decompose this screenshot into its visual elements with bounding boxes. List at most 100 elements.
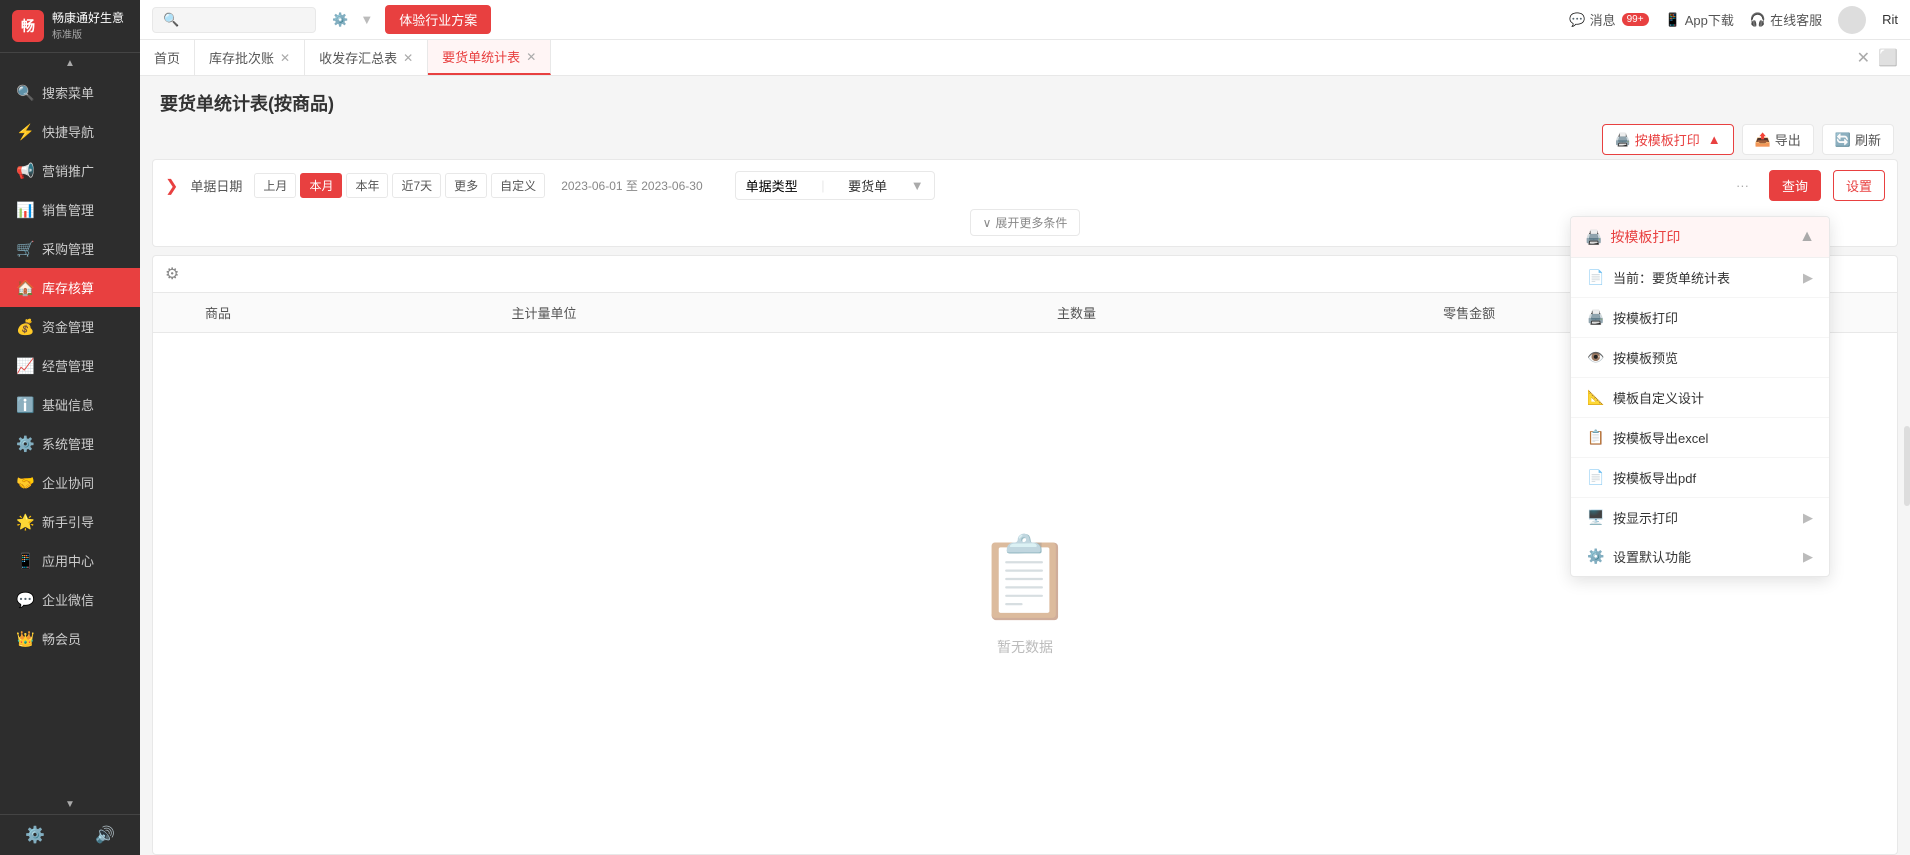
- app-name: 畅康通好生意: [52, 11, 124, 27]
- type-value: 要货单: [848, 176, 887, 195]
- sidebar-item-wechat[interactable]: 💬 企业微信: [0, 580, 140, 619]
- chart-icon: 📊: [16, 201, 34, 219]
- home-icon: 🏠: [16, 279, 34, 297]
- page-title: 要货单统计表(按商品): [140, 76, 1910, 124]
- tab-bar: 首页 库存批次账 ✕ 收发存汇总表 ✕ 要货单统计表 ✕ ✕ ⬜: [140, 40, 1910, 76]
- export-icon: 📤: [1755, 132, 1771, 148]
- window-controls: ✕ ⬜: [1857, 40, 1910, 75]
- default-func-icon: ⚙️: [1587, 548, 1603, 565]
- dropdown-item-template-print[interactable]: 🖨️ 按模板打印: [1571, 298, 1829, 338]
- sidebar-item-sales[interactable]: 📊 销售管理: [0, 190, 140, 229]
- sidebar-item-finance[interactable]: 💰 资金管理: [0, 307, 140, 346]
- sidebar-scroll-up[interactable]: ▲: [0, 53, 140, 73]
- sidebar-item-cooperation[interactable]: 🤝 企业协同: [0, 463, 140, 502]
- template-icon: 📄: [1587, 269, 1603, 286]
- dropdown-section-default-func[interactable]: ⚙️ 设置默认功能 ▶: [1571, 537, 1829, 576]
- date-filter-group: 上月 本月 本年 近7天 更多 自定义: [254, 173, 545, 198]
- scrollbar-handle[interactable]: [1904, 426, 1910, 506]
- sidebar-item-system[interactable]: ⚙️ 系统管理: [0, 424, 140, 463]
- sidebar-item-guide[interactable]: 🌟 新手引导: [0, 502, 140, 541]
- settings-bottom-icon[interactable]: ⚙️: [25, 825, 45, 845]
- filter-expand-icon[interactable]: ❯: [165, 176, 178, 196]
- tab-batch-close[interactable]: ✕: [280, 51, 290, 65]
- sidebar-item-apps[interactable]: 📱 应用中心: [0, 541, 140, 580]
- date-custom[interactable]: 自定义: [491, 173, 545, 198]
- design-icon: 📐: [1587, 389, 1603, 406]
- template-excel-label: 按模板导出excel: [1613, 428, 1708, 447]
- filter-row-date: ❯ 单据日期 上月 本月 本年 近7天 更多 自定义 2023-06-01 至 …: [165, 170, 1885, 201]
- print-template-button[interactable]: 🖨️ 按模板打印 ▲: [1602, 124, 1734, 155]
- tab-home[interactable]: 首页: [140, 40, 195, 75]
- type-label: 单据类型: [746, 176, 798, 195]
- sidebar-item-inventory[interactable]: 🏠 库存核算: [0, 268, 140, 307]
- tab-order-stat[interactable]: 要货单统计表 ✕: [428, 40, 551, 75]
- dropdown-section-display-print[interactable]: 🖥️ 按显示打印 ▶: [1571, 498, 1829, 537]
- sound-icon[interactable]: 🔊: [95, 825, 115, 845]
- avatar[interactable]: [1838, 6, 1866, 34]
- more-options-icon[interactable]: ···: [1736, 178, 1749, 193]
- dropdown-item-template-preview[interactable]: 👁️ 按模板预览: [1571, 338, 1829, 378]
- dropdown-item-template-design[interactable]: 📐 模板自定义设计: [1571, 378, 1829, 418]
- sidebar-nav: 🔍 搜索菜单 ⚡ 快捷导航 📢 营销推广 📊 销售管理 🛒 采购管理 🏠 库存核…: [0, 73, 140, 794]
- tab-receipt-summary-close[interactable]: ✕: [403, 51, 413, 65]
- topbar-gear-icon[interactable]: ⚙️: [332, 12, 348, 28]
- app-download-button[interactable]: 📱 App下载: [1665, 10, 1734, 29]
- trend-icon: 📈: [16, 357, 34, 375]
- display-print-arrow: ▶: [1803, 510, 1813, 526]
- sidebar-item-purchase[interactable]: 🛒 采购管理: [0, 229, 140, 268]
- display-print-label: 按显示打印: [1613, 508, 1678, 527]
- online-service-button[interactable]: 🎧 在线客服: [1750, 10, 1822, 29]
- col-goods: 商品: [193, 293, 500, 333]
- excel-icon: 📋: [1587, 429, 1603, 446]
- settings-button[interactable]: 设置: [1833, 170, 1885, 201]
- date-more[interactable]: 更多: [445, 173, 487, 198]
- chevron-down-small-icon: ∨: [983, 216, 992, 230]
- template-design-label: 模板自定义设计: [1613, 388, 1704, 407]
- sidebar: 畅 畅康通好生意 标准版 ▲ 🔍 搜索菜单 ⚡ 快捷导航 📢 营销推广 📊 销售…: [0, 0, 140, 855]
- window-maximize-icon[interactable]: ⬜: [1878, 48, 1898, 68]
- message-badge: 99+: [1622, 13, 1649, 26]
- username: Rit: [1882, 12, 1898, 27]
- expand-more-button[interactable]: ∨ 展开更多条件: [970, 209, 1081, 236]
- main-content: 🔍 ⚙️ ▼ 体验行业方案 💬 消息 99+ 📱 App下载 🎧 在线客服 Ri…: [140, 0, 1910, 855]
- info-icon: ℹ️: [16, 396, 34, 414]
- app-edition: 标准版: [52, 26, 124, 41]
- sidebar-item-basic[interactable]: ℹ️ 基础信息: [0, 385, 140, 424]
- empty-text: 暂无数据: [997, 637, 1053, 657]
- dropdown-close-button[interactable]: ▲: [1799, 228, 1815, 246]
- dropdown-current-template[interactable]: 📄 当前：要货单统计表 ▶: [1571, 258, 1829, 298]
- topbar-search-box[interactable]: 🔍: [152, 7, 316, 33]
- handshake-icon: 🤝: [16, 474, 34, 492]
- type-select[interactable]: 单据类型 | 要货单 ▼: [735, 171, 935, 200]
- sidebar-item-operations[interactable]: 📈 经营管理: [0, 346, 140, 385]
- pdf-icon: 📄: [1587, 469, 1603, 486]
- message-icon: 💬: [1569, 12, 1585, 28]
- date-7days[interactable]: 近7天: [392, 173, 441, 198]
- tab-order-stat-close[interactable]: ✕: [526, 50, 536, 64]
- date-this-year[interactable]: 本年: [346, 173, 388, 198]
- lightning-icon: ⚡: [16, 123, 34, 141]
- window-close-icon[interactable]: ✕: [1857, 48, 1870, 68]
- table-settings-icon[interactable]: ⚙: [165, 264, 179, 284]
- dropdown-item-template-pdf[interactable]: 📄 按模板导出pdf: [1571, 458, 1829, 498]
- sidebar-item-member[interactable]: 👑 畅会员: [0, 619, 140, 658]
- date-current-month[interactable]: 本月: [300, 173, 342, 198]
- topbar-search-input[interactable]: [185, 13, 305, 27]
- dropdown-item-template-excel[interactable]: 📋 按模板导出excel: [1571, 418, 1829, 458]
- chevron-down-icon: ▼: [911, 178, 924, 193]
- download-icon: 📱: [1665, 12, 1681, 28]
- tab-batch[interactable]: 库存批次账 ✕: [195, 40, 305, 75]
- trial-button[interactable]: 体验行业方案: [385, 5, 491, 34]
- date-prev-month[interactable]: 上月: [254, 173, 296, 198]
- sidebar-scroll-down[interactable]: ▼: [0, 794, 140, 814]
- template-preview-label: 按模板预览: [1613, 348, 1678, 367]
- message-button[interactable]: 💬 消息 99+: [1569, 10, 1648, 29]
- export-button[interactable]: 📤 导出: [1742, 124, 1814, 155]
- sidebar-item-marketing[interactable]: 📢 营销推广: [0, 151, 140, 190]
- sidebar-item-shortcut[interactable]: ⚡ 快捷导航: [0, 112, 140, 151]
- refresh-button[interactable]: 🔄 刷新: [1822, 124, 1894, 155]
- col-settings: [153, 293, 193, 333]
- tab-receipt-summary[interactable]: 收发存汇总表 ✕: [305, 40, 428, 75]
- sidebar-item-search[interactable]: 🔍 搜索菜单: [0, 73, 140, 112]
- query-button[interactable]: 查询: [1769, 170, 1821, 201]
